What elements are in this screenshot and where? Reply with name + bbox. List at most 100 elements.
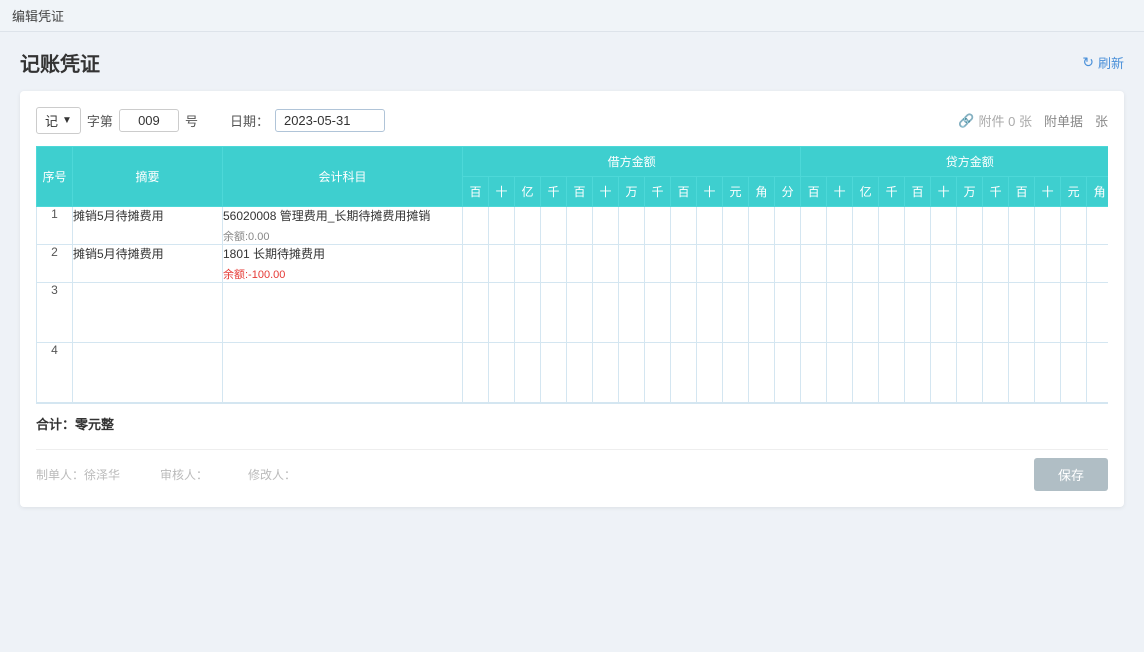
credit-digit-2-3[interactable] — [879, 283, 905, 343]
debit-digit-3-12[interactable] — [775, 343, 801, 403]
debit-digit-2-9[interactable] — [697, 283, 723, 343]
debit-digit-1-7[interactable] — [645, 245, 671, 283]
credit-digit-1-11[interactable] — [1087, 245, 1108, 283]
credit-digit-0-5[interactable] — [931, 207, 957, 245]
debit-digit-2-4[interactable] — [567, 283, 593, 343]
credit-digit-1-8[interactable] — [1009, 245, 1035, 283]
cell-summary-3[interactable] — [73, 343, 223, 403]
debit-digit-3-5[interactable] — [593, 343, 619, 403]
credit-digit-3-6[interactable] — [957, 343, 983, 403]
credit-digit-0-10[interactable] — [1061, 207, 1087, 245]
debit-digit-2-1[interactable] — [489, 283, 515, 343]
debit-digit-0-2[interactable] — [515, 207, 541, 245]
credit-digit-3-10[interactable] — [1061, 343, 1087, 403]
debit-digit-3-3[interactable] — [541, 343, 567, 403]
debit-digit-2-5[interactable] — [593, 283, 619, 343]
attachment-link[interactable]: 🔗 附件 0 张 — [958, 111, 1032, 130]
debit-digit-1-12[interactable] — [775, 245, 801, 283]
debit-digit-2-11[interactable] — [749, 283, 775, 343]
debit-digit-0-10[interactable] — [723, 207, 749, 245]
credit-digit-0-11[interactable] — [1087, 207, 1108, 245]
debit-digit-3-9[interactable] — [697, 343, 723, 403]
credit-digit-1-4[interactable] — [905, 245, 931, 283]
credit-digit-0-9[interactable] — [1035, 207, 1061, 245]
credit-digit-2-11[interactable] — [1087, 283, 1108, 343]
cell-summary-1[interactable]: 摊销5月待摊费用 — [73, 245, 223, 283]
credit-digit-1-5[interactable] — [931, 245, 957, 283]
debit-digit-0-6[interactable] — [619, 207, 645, 245]
debit-digit-2-2[interactable] — [515, 283, 541, 343]
cell-summary-0[interactable]: 摊销5月待摊费用 — [73, 207, 223, 245]
credit-digit-3-3[interactable] — [879, 343, 905, 403]
credit-digit-2-6[interactable] — [957, 283, 983, 343]
credit-digit-1-9[interactable] — [1035, 245, 1061, 283]
debit-digit-3-2[interactable] — [515, 343, 541, 403]
debit-digit-0-0[interactable] — [463, 207, 489, 245]
credit-digit-1-7[interactable] — [983, 245, 1009, 283]
debit-digit-0-8[interactable] — [671, 207, 697, 245]
credit-digit-1-6[interactable] — [957, 245, 983, 283]
debit-digit-0-1[interactable] — [489, 207, 515, 245]
debit-digit-3-1[interactable] — [489, 343, 515, 403]
credit-digit-3-5[interactable] — [931, 343, 957, 403]
credit-digit-1-2[interactable] — [853, 245, 879, 283]
debit-digit-2-8[interactable] — [671, 283, 697, 343]
credit-digit-1-0[interactable] — [801, 245, 827, 283]
debit-digit-3-0[interactable] — [463, 343, 489, 403]
debit-digit-1-10[interactable] — [723, 245, 749, 283]
credit-digit-2-1[interactable] — [827, 283, 853, 343]
credit-digit-2-9[interactable] — [1035, 283, 1061, 343]
debit-digit-2-10[interactable] — [723, 283, 749, 343]
refresh-button[interactable]: ↻ 刷新 — [1082, 53, 1124, 72]
credit-digit-2-8[interactable] — [1009, 283, 1035, 343]
credit-digit-1-3[interactable] — [879, 245, 905, 283]
debit-digit-2-0[interactable] — [463, 283, 489, 343]
debit-digit-1-5[interactable] — [593, 245, 619, 283]
fujundan-button[interactable]: 附单据 — [1044, 111, 1083, 130]
debit-digit-1-9[interactable] — [697, 245, 723, 283]
debit-digit-2-7[interactable] — [645, 283, 671, 343]
credit-digit-0-8[interactable] — [1009, 207, 1035, 245]
debit-digit-3-8[interactable] — [671, 343, 697, 403]
debit-digit-1-1[interactable] — [489, 245, 515, 283]
debit-digit-3-4[interactable] — [567, 343, 593, 403]
credit-digit-2-10[interactable] — [1061, 283, 1087, 343]
cell-account-2[interactable] — [223, 283, 463, 343]
debit-digit-0-12[interactable] — [775, 207, 801, 245]
debit-digit-3-7[interactable] — [645, 343, 671, 403]
debit-digit-2-12[interactable] — [775, 283, 801, 343]
debit-digit-1-0[interactable] — [463, 245, 489, 283]
credit-digit-3-11[interactable] — [1087, 343, 1108, 403]
cell-account-3[interactable] — [223, 343, 463, 403]
debit-digit-2-3[interactable] — [541, 283, 567, 343]
debit-digit-0-11[interactable] — [749, 207, 775, 245]
cell-account-0[interactable]: 56020008 管理费用_长期待摊费用摊销余额:0.00 — [223, 207, 463, 245]
credit-digit-3-4[interactable] — [905, 343, 931, 403]
cell-account-1[interactable]: 1801 长期待摊费用余额:-100.00 — [223, 245, 463, 283]
save-button[interactable]: 保存 — [1034, 458, 1108, 491]
credit-digit-0-1[interactable] — [827, 207, 853, 245]
credit-digit-3-8[interactable] — [1009, 343, 1035, 403]
credit-digit-0-3[interactable] — [879, 207, 905, 245]
credit-digit-0-7[interactable] — [983, 207, 1009, 245]
debit-digit-3-10[interactable] — [723, 343, 749, 403]
credit-digit-2-5[interactable] — [931, 283, 957, 343]
credit-digit-3-9[interactable] — [1035, 343, 1061, 403]
debit-digit-2-6[interactable] — [619, 283, 645, 343]
credit-digit-2-0[interactable] — [801, 283, 827, 343]
credit-digit-2-2[interactable] — [853, 283, 879, 343]
debit-digit-0-3[interactable] — [541, 207, 567, 245]
date-input[interactable] — [275, 109, 385, 132]
credit-digit-3-0[interactable] — [801, 343, 827, 403]
debit-digit-1-2[interactable] — [515, 245, 541, 283]
debit-digit-0-9[interactable] — [697, 207, 723, 245]
debit-digit-1-3[interactable] — [541, 245, 567, 283]
debit-digit-0-5[interactable] — [593, 207, 619, 245]
debit-digit-0-4[interactable] — [567, 207, 593, 245]
credit-digit-0-4[interactable] — [905, 207, 931, 245]
credit-digit-2-7[interactable] — [983, 283, 1009, 343]
credit-digit-2-4[interactable] — [905, 283, 931, 343]
credit-digit-0-0[interactable] — [801, 207, 827, 245]
debit-digit-1-4[interactable] — [567, 245, 593, 283]
debit-digit-1-6[interactable] — [619, 245, 645, 283]
